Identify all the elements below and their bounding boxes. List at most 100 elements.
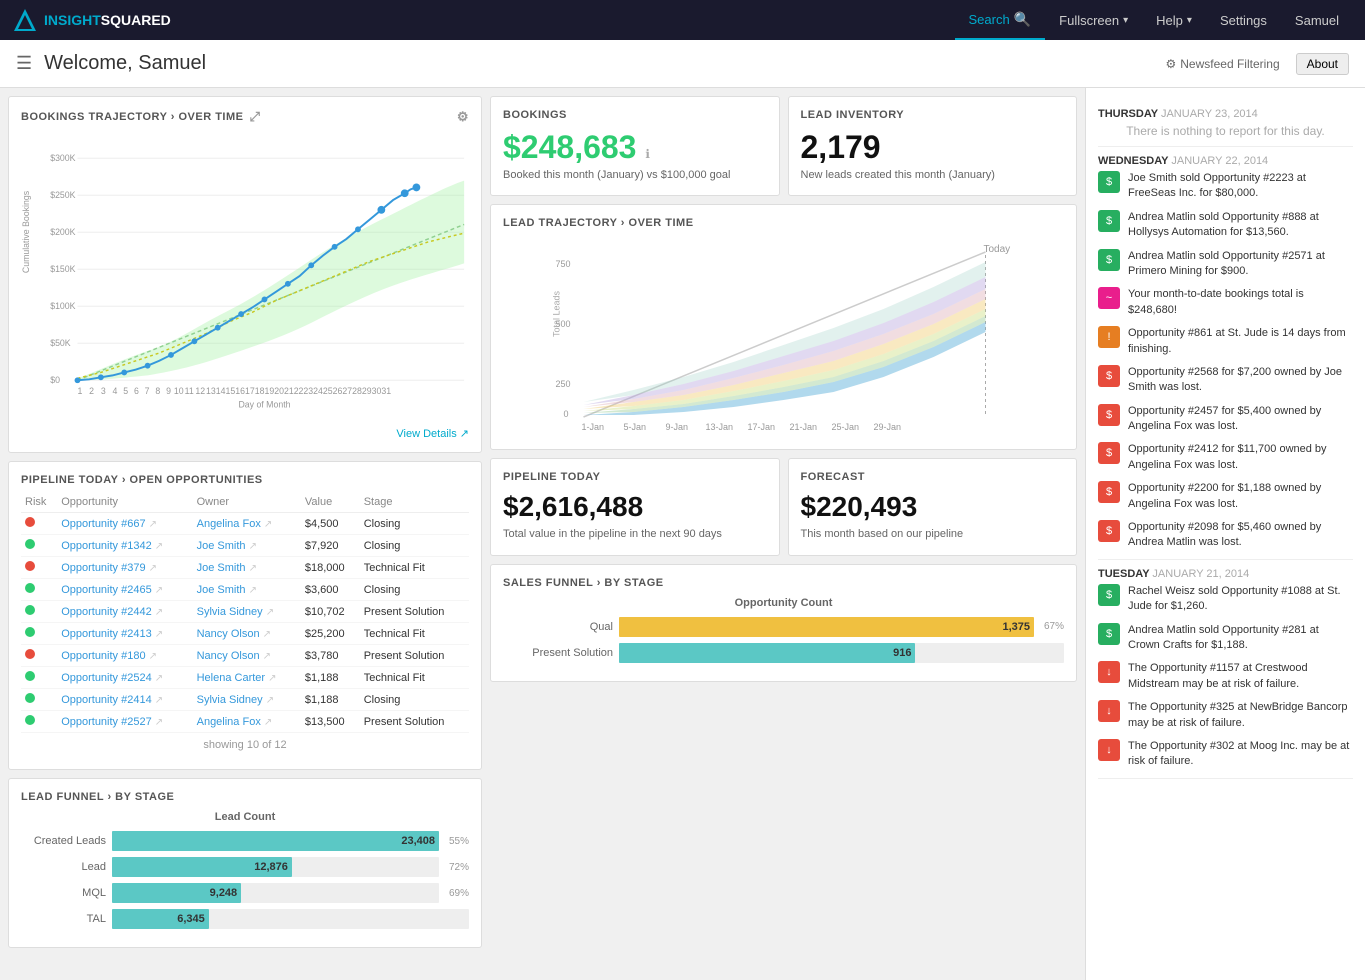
owner-link-icon[interactable]: ↗ (264, 717, 272, 728)
funnel-pct: 69% (445, 888, 469, 899)
svg-text:Cumulative Bookings: Cumulative Bookings (21, 190, 31, 273)
funnel-bar-value: 12,876 (254, 861, 288, 873)
risk-cell (21, 689, 57, 711)
sales-funnel-label: Qual (503, 621, 613, 633)
external-link-icon[interactable]: ↗ (155, 717, 163, 728)
external-link-icon[interactable]: ↗ (155, 585, 163, 596)
logo[interactable]: INSIGHTSQUARED (12, 7, 171, 33)
funnel-label: Lead (21, 861, 106, 873)
opportunity-cell: Opportunity #379 ↗ (57, 557, 192, 579)
external-link-icon[interactable]: ↗ (155, 673, 163, 684)
opportunity-link[interactable]: Opportunity #2442 (61, 606, 152, 618)
news-icon: ~ (1098, 287, 1120, 309)
owner-cell: Helena Carter ↗ (193, 667, 301, 689)
svg-text:$300K: $300K (50, 153, 75, 163)
svg-text:24: 24 (313, 386, 323, 396)
owner-link-icon[interactable]: ↗ (263, 629, 271, 640)
fullscreen-nav-item[interactable]: Fullscreen ▾ (1045, 0, 1142, 40)
pipeline-today-metric-title: PIPELINE TODAY (503, 471, 767, 483)
opportunity-link[interactable]: Opportunity #2414 (61, 694, 152, 706)
owner-link[interactable]: Nancy Olson (197, 628, 260, 640)
external-link-icon[interactable]: ↗ (155, 541, 163, 552)
owner-link[interactable]: Joe Smith (197, 584, 246, 596)
opportunity-link[interactable]: Opportunity #379 (61, 562, 145, 574)
value-cell: $1,188 (301, 667, 360, 689)
value-cell: $3,600 (301, 579, 360, 601)
owner-link[interactable]: Angelina Fox (197, 716, 261, 728)
svg-text:750: 750 (556, 259, 571, 269)
external-link-icon[interactable]: ↗ (149, 651, 157, 662)
opportunity-link[interactable]: Opportunity #2413 (61, 628, 152, 640)
owner-link-icon[interactable]: ↗ (263, 651, 271, 662)
opportunity-link[interactable]: Opportunity #2527 (61, 716, 152, 728)
expand-icon[interactable]: ⤢ (250, 109, 261, 125)
newsfeed-filter[interactable]: ⚙ Newsfeed Filtering (1166, 57, 1280, 71)
external-link-icon[interactable]: ↗ (155, 607, 163, 618)
newsfeed-filter-label: Newsfeed Filtering (1180, 57, 1279, 71)
funnel-bar-fill: 6,345 (112, 909, 209, 929)
value-cell: $1,188 (301, 689, 360, 711)
opportunity-link[interactable]: Opportunity #180 (61, 650, 145, 662)
owner-link-icon[interactable]: ↗ (268, 673, 276, 684)
gear-icon[interactable]: ⚙ (457, 109, 469, 125)
owner-link-icon[interactable]: ↗ (266, 607, 274, 618)
owner-cell: Sylvia Sidney ↗ (193, 689, 301, 711)
external-link-icon[interactable]: ↗ (149, 519, 157, 530)
owner-link-icon[interactable]: ↗ (264, 519, 272, 530)
svg-text:$250K: $250K (50, 190, 75, 200)
owner-link-icon[interactable]: ↗ (266, 695, 274, 706)
external-link-icon[interactable]: ↗ (149, 563, 157, 574)
svg-text:Total Leads: Total Leads (552, 291, 562, 338)
owner-link-icon[interactable]: ↗ (249, 541, 257, 552)
opportunity-link[interactable]: Opportunity #2524 (61, 672, 152, 684)
external-link-icon[interactable]: ↗ (155, 695, 163, 706)
opportunity-link[interactable]: Opportunity #667 (61, 518, 145, 530)
logo-text: INSIGHTSQUARED (44, 12, 171, 28)
sales-bar-fill: 1,375 (619, 617, 1034, 637)
external-link-icon[interactable]: ↗ (155, 629, 163, 640)
user-nav-item[interactable]: Samuel (1281, 0, 1353, 40)
settings-nav-item[interactable]: Settings (1206, 0, 1281, 40)
search-nav-item[interactable]: Search 🔍 (955, 0, 1046, 40)
lead-chart-svg: Today 750 500 250 0 (503, 237, 1064, 437)
funnel-bar-container: 23,408 (112, 831, 439, 851)
risk-cell (21, 513, 57, 535)
owner-link[interactable]: Sylvia Sidney (197, 606, 263, 618)
news-day: WEDNESDAY (1098, 155, 1168, 167)
owner-link[interactable]: Angelina Fox (197, 518, 261, 530)
help-nav-item[interactable]: Help ▾ (1142, 0, 1206, 40)
owner-link[interactable]: Joe Smith (197, 540, 246, 552)
news-date: JANUARY 21, 2014 (1152, 568, 1249, 580)
owner-link[interactable]: Joe Smith (197, 562, 246, 574)
sales-funnel-bar-row: Qual 1,375 67% (503, 617, 1064, 637)
news-item: $ Joe Smith sold Opportunity #2223 at Fr… (1098, 171, 1353, 202)
owner-link[interactable]: Helena Carter (197, 672, 265, 684)
news-text: The Opportunity #1157 at Crestwood Midst… (1128, 661, 1353, 692)
svg-text:25-Jan: 25-Jan (832, 422, 860, 432)
filter-icon: ⚙ (1166, 57, 1177, 71)
stage-cell: Technical Fit (360, 623, 469, 645)
risk-indicator (25, 539, 35, 549)
news-icon: $ (1098, 584, 1120, 606)
owner-link-icon[interactable]: ↗ (249, 563, 257, 574)
opportunity-link[interactable]: Opportunity #2465 (61, 584, 152, 596)
svg-text:26: 26 (333, 386, 343, 396)
value-cell: $25,200 (301, 623, 360, 645)
owner-link-icon[interactable]: ↗ (249, 585, 257, 596)
news-item: ~ Your month-to-date bookings total is $… (1098, 287, 1353, 318)
svg-text:5-Jan: 5-Jan (624, 422, 647, 432)
svg-text:30: 30 (372, 386, 382, 396)
risk-cell (21, 579, 57, 601)
table-row: Opportunity #2527 ↗ Angelina Fox ↗ $13,5… (21, 711, 469, 733)
owner-link[interactable]: Nancy Olson (197, 650, 260, 662)
funnel-label: MQL (21, 887, 106, 899)
news-text: Andrea Matlin sold Opportunity #888 at H… (1128, 210, 1353, 241)
lead-trajectory-card: LEAD TRAJECTORY › OVER TIME Today 750 50… (490, 204, 1077, 450)
view-details-link[interactable]: View Details ↗ (21, 427, 469, 440)
funnel-bar-fill: 9,248 (112, 883, 241, 903)
owner-link[interactable]: Sylvia Sidney (197, 694, 263, 706)
hamburger-menu-icon[interactable]: ☰ (16, 53, 32, 74)
about-button[interactable]: About (1296, 53, 1349, 75)
opportunity-link[interactable]: Opportunity #1342 (61, 540, 152, 552)
svg-text:13: 13 (206, 386, 216, 396)
